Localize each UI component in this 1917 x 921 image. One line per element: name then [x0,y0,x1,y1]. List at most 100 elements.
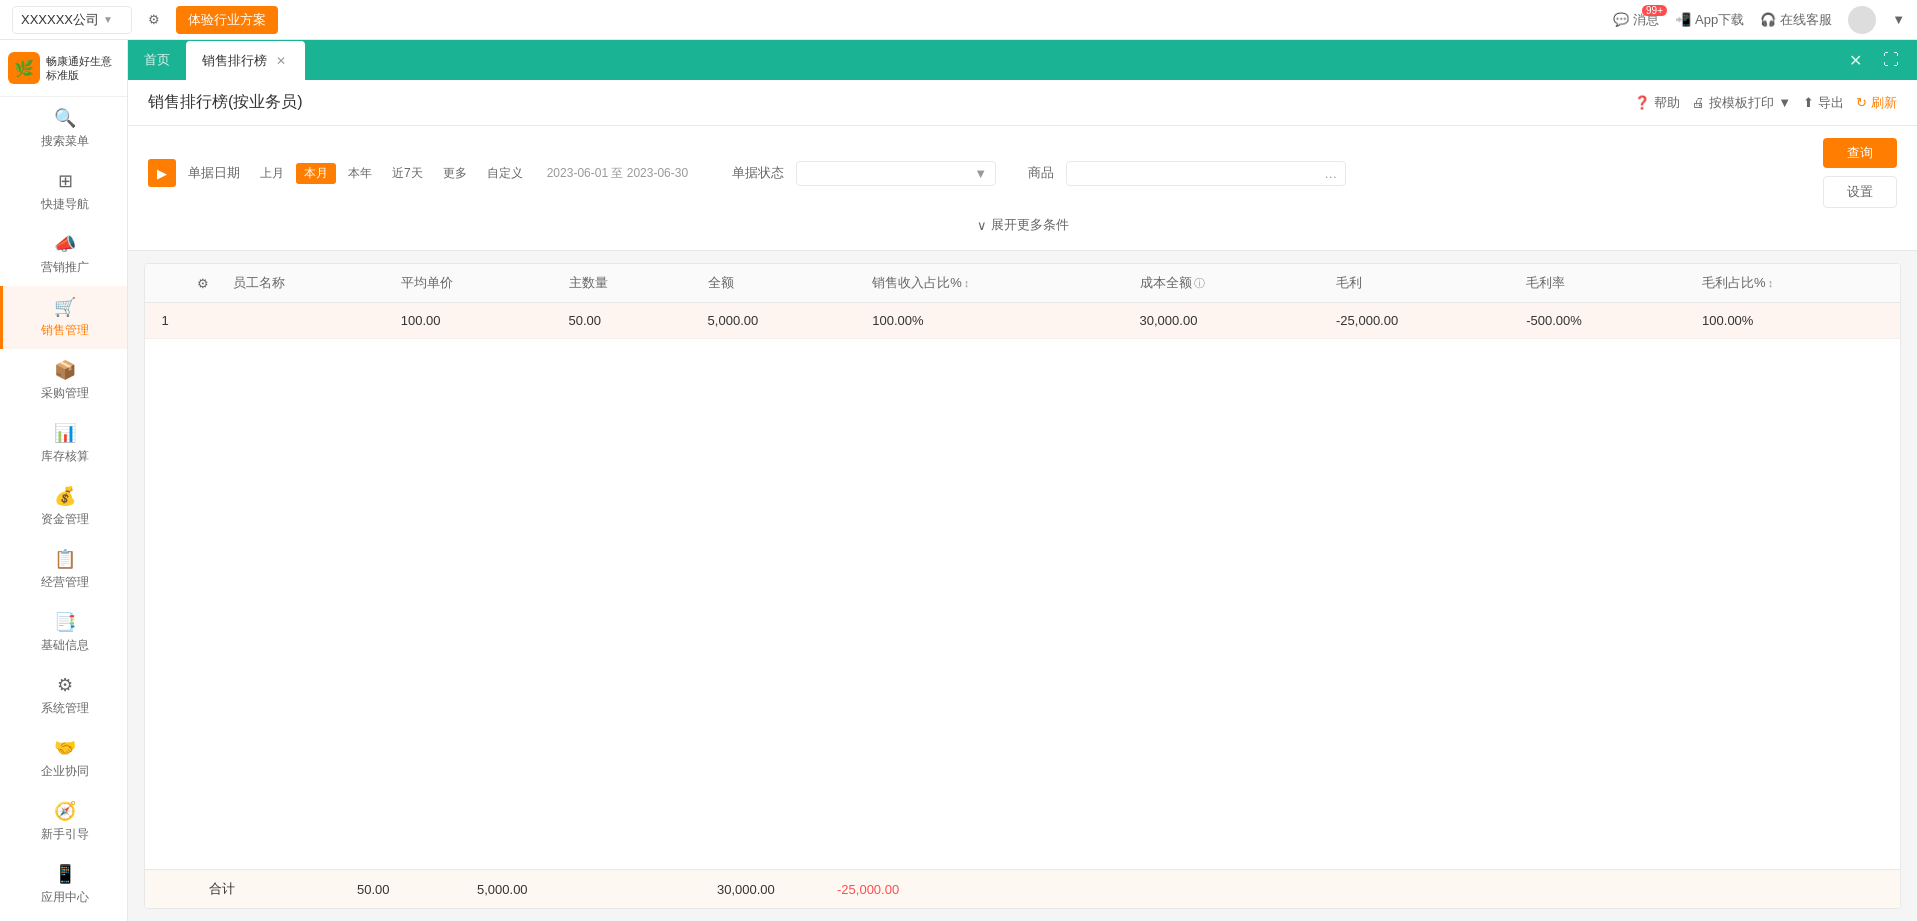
query-button[interactable]: 查询 [1823,138,1897,168]
sidebar-label-marketing: 营销推广 [41,259,89,276]
th-rank [145,264,185,303]
logo-icon: 🌿 [8,52,40,84]
td-cost: 30,000.00 [1128,303,1324,339]
sidebar-label-finance: 资金管理 [41,511,89,528]
expand-more-row: ∨ 展开更多条件 [148,208,1897,238]
collab-icon: 🤝 [54,737,76,759]
sidebar-item-basic[interactable]: 📑 基础信息 [0,601,127,664]
date-shortcut-custom[interactable]: 自定义 [479,163,531,184]
date-shortcut-7days[interactable]: 近7天 [384,163,431,184]
tab-fullscreen-button[interactable]: ⛶ [1877,46,1905,74]
date-shortcut-this-year[interactable]: 本年 [340,163,380,184]
goods-filter-label: 商品 [1028,164,1054,182]
td-settings-cell [185,303,221,339]
tab-close-button[interactable]: ✕ [273,53,289,69]
company-selector[interactable]: XXXXXX公司 ▼ [12,6,132,34]
user-name: ▼ [1892,12,1905,27]
filter-bar: ▶ 单据日期 上月 本月 本年 近7天 更多 自定义 2023-06-01 至 … [128,126,1917,251]
print-button[interactable]: 🖨 按模板打印 ▼ [1692,94,1791,112]
user-name-area[interactable]: ▼ [1892,12,1905,27]
tab-close-all-button[interactable]: ✕ [1841,46,1869,74]
search-icon: 🔍 [54,107,76,129]
top-right-area: 💬 消息 99+ 📲 App下载 🎧 在线客服 ▼ [1613,6,1905,34]
table-body: 1100.0050.005,000.00100.00%30,000.00-25,… [145,303,1900,339]
sidebar-label-guide: 新手引导 [41,826,89,843]
purchase-icon: 📦 [54,359,76,381]
sidebar-item-guide[interactable]: 🧭 新手引导 [0,790,127,853]
export-button[interactable]: ⬆ 导出 [1803,94,1844,112]
sidebar-item-mgmt[interactable]: 📋 经营管理 [0,538,127,601]
sidebar-item-search[interactable]: 🔍 搜索菜单 [0,97,127,160]
td-amount: 5,000.00 [696,303,861,339]
th-gross-pct[interactable]: 毛利占比% ↕ [1690,264,1900,303]
status-filter-select[interactable]: ▼ [796,161,996,186]
sidebar-item-marketing[interactable]: 📣 营销推广 [0,223,127,286]
sidebar-item-inventory[interactable]: 📊 库存核算 [0,412,127,475]
filter-row-1: ▶ 单据日期 上月 本月 本年 近7天 更多 自定义 2023-06-01 至 … [148,138,1897,208]
sidebar-item-purchase[interactable]: 📦 采购管理 [0,349,127,412]
sidebar-label-purchase: 采购管理 [41,385,89,402]
app-download-button[interactable]: 📲 App下载 [1675,11,1744,29]
date-range-display: 2023-06-01 至 2023-06-30 [547,165,688,182]
sidebar-item-finance[interactable]: 💰 资金管理 [0,475,127,538]
app-label: App下载 [1695,11,1744,29]
filter-expand-toggle[interactable]: ▶ [148,159,176,187]
sidebar-item-system[interactable]: ⚙ 系统管理 [0,664,127,727]
date-shortcut-more[interactable]: 更多 [435,163,475,184]
company-name: XXXXXX公司 [21,11,99,29]
date-shortcuts: 上月 本月 本年 近7天 更多 自定义 [252,163,531,184]
user-avatar[interactable] [1848,6,1876,34]
sidebar-label-quicknav: 快捷导航 [41,196,89,213]
page-title: 销售排行榜(按业务员) [148,92,303,113]
online-service-button[interactable]: 🎧 在线客服 [1760,11,1832,29]
td-gross-rate: -500.00% [1514,303,1690,339]
footer-label: 合计 [157,880,357,898]
marketing-icon: 📣 [54,233,76,255]
th-quantity: 主数量 [557,264,696,303]
th-sales-pct[interactable]: 销售收入占比% ↕ [860,264,1127,303]
column-settings-button[interactable]: 设置 [1823,176,1897,208]
help-icon: ❓ [1634,95,1650,110]
sales-pct-sort-icon[interactable]: ↕ [964,277,970,289]
message-button[interactable]: 💬 消息 99+ [1613,11,1659,29]
goods-filter-select[interactable]: … [1066,161,1346,186]
expand-more-button[interactable]: ∨ 展开更多条件 [977,216,1069,234]
sidebar-item-collab[interactable]: 🤝 企业协同 [0,727,127,790]
sidebar-label-apps: 应用中心 [41,889,89,906]
sidebar-item-wechat[interactable]: 💬 企业微信 [0,916,127,921]
main-layout: 🌿 畅康通好生意 标准版 🔍 搜索菜单 ⊞ 快捷导航 📣 营销推广 🛒 销售管理… [0,40,1917,921]
table-row: 1100.0050.005,000.00100.00%30,000.00-25,… [145,303,1900,339]
sidebar-item-sales[interactable]: 🛒 销售管理 [0,286,127,349]
tab-sales-ranking[interactable]: 销售排行榜 ✕ [186,41,305,81]
service-icon: 🎧 [1760,12,1776,27]
table-header-row: ⚙ 员工名称 平均单价 主数量 [145,264,1900,303]
th-settings[interactable]: ⚙ [185,264,221,303]
mgmt-icon: 📋 [54,548,76,570]
sidebar-label-mgmt: 经营管理 [41,574,89,591]
help-button[interactable]: ❓ 帮助 [1634,94,1680,112]
top-settings-button[interactable]: ⚙ [140,6,168,34]
logo-area: 🌿 畅康通好生意 标准版 [0,40,127,97]
page-content: 销售排行榜(按业务员) ❓ 帮助 🖨 按模板打印 ▼ ⬆ 导出 [128,80,1917,921]
guide-icon: 🧭 [54,800,76,822]
tab-actions: ✕ ⛶ [1841,46,1917,74]
refresh-button[interactable]: ↻ 刷新 [1856,94,1897,112]
tab-home[interactable]: 首页 [128,40,186,80]
date-shortcut-this-month[interactable]: 本月 [296,163,336,184]
sidebar-item-apps[interactable]: 📱 应用中心 [0,853,127,916]
footer-sales-pct [597,882,717,897]
refresh-icon: ↻ [1856,95,1867,110]
quicknav-icon: ⊞ [58,170,73,192]
content-area: 首页 销售排行榜 ✕ ✕ ⛶ 销售排行榜(按业务员) ❓ 帮助 [128,40,1917,921]
gross-pct-sort-icon[interactable]: ↕ [1768,277,1774,289]
date-shortcut-last-month[interactable]: 上月 [252,163,292,184]
tab-home-label: 首页 [144,51,170,69]
query-settings-area: 查询 设置 [1823,138,1897,208]
th-gross-rate: 毛利率 [1514,264,1690,303]
tab-sales-ranking-label: 销售排行榜 [202,52,267,70]
sidebar-label-inventory: 库存核算 [41,448,89,465]
trial-button[interactable]: 体验行业方案 [176,6,278,34]
top-bar: XXXXXX公司 ▼ ⚙ 体验行业方案 💬 消息 99+ 📲 App下载 🎧 在… [0,0,1917,40]
sidebar-item-quicknav[interactable]: ⊞ 快捷导航 [0,160,127,223]
cost-info-icon[interactable]: ⓘ [1194,276,1205,291]
